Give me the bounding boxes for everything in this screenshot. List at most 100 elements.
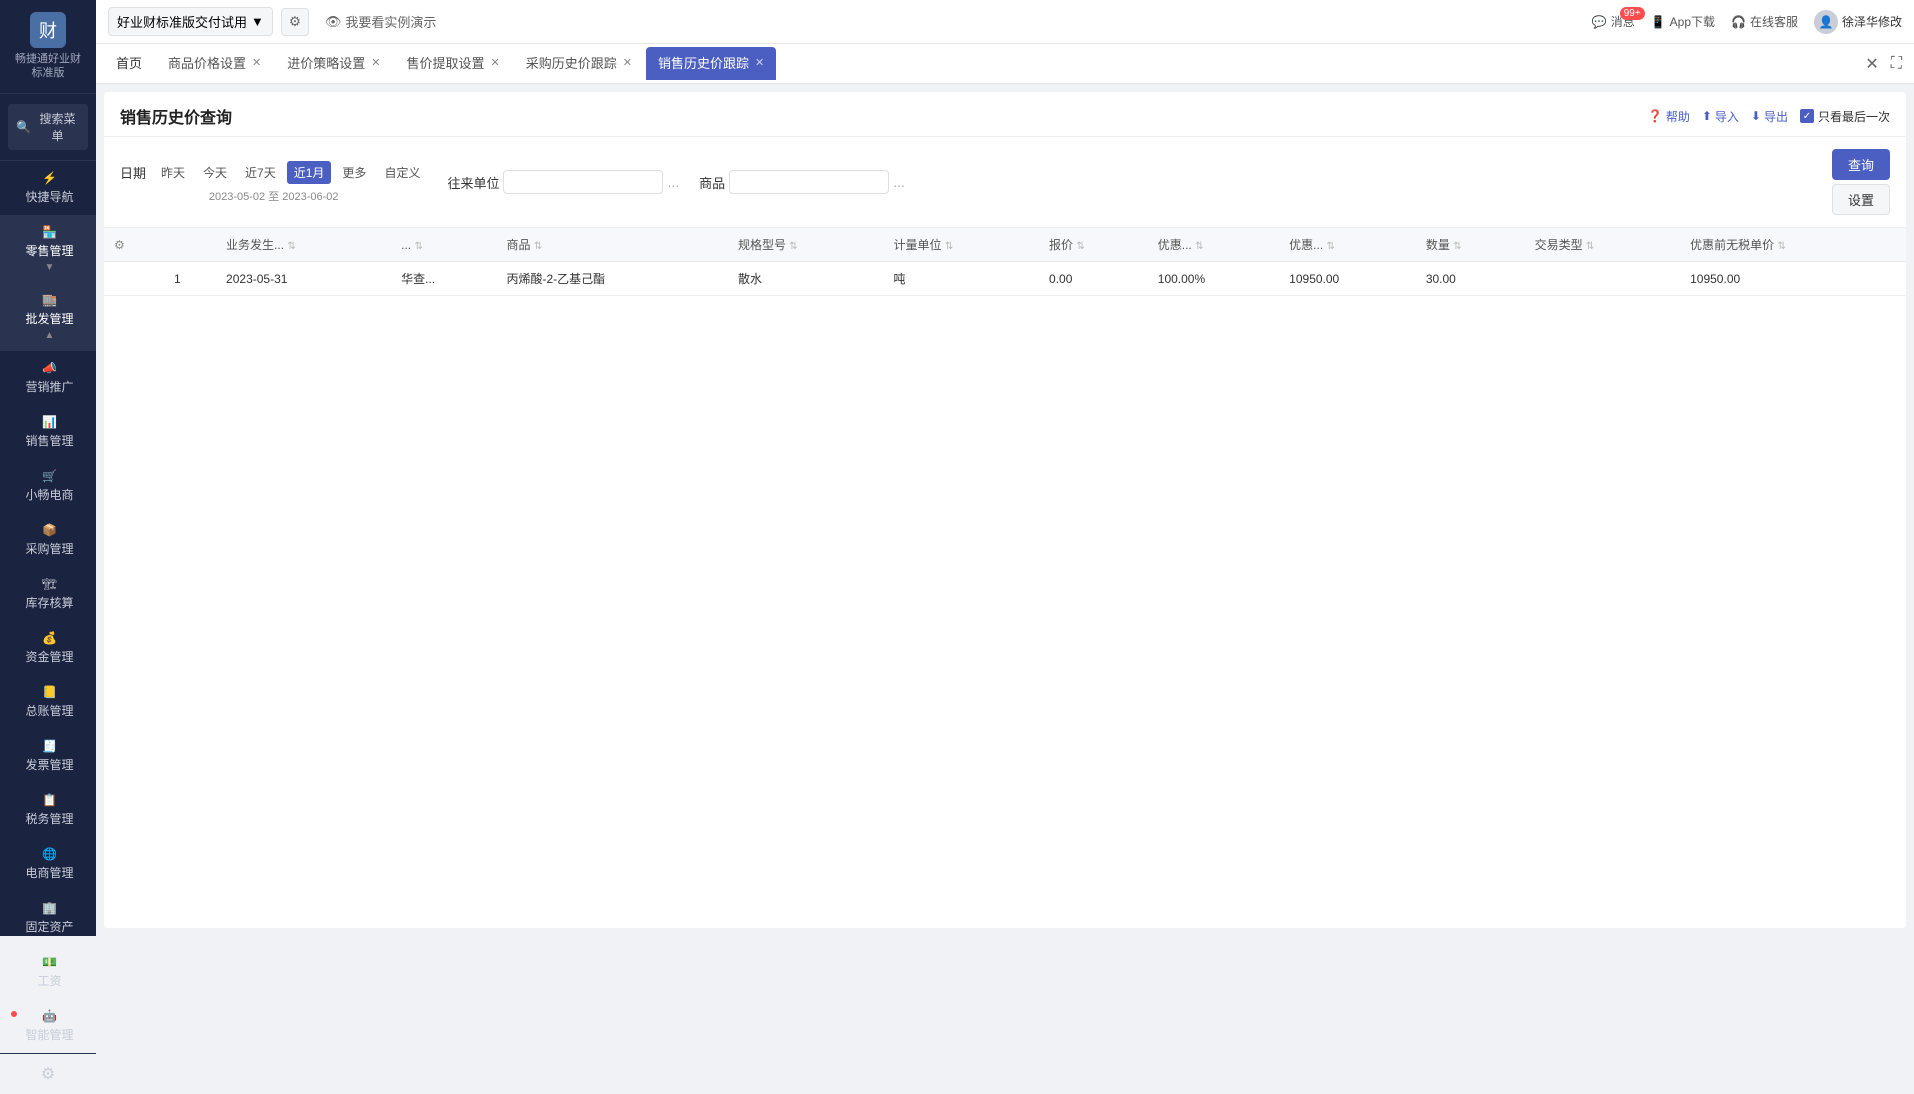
topbar-right: 💬 消息 99+ 📱 App下载 🎧 在线客服 👤 徐泽华修改 <box>1592 10 1902 34</box>
close-icon[interactable]: ✕ <box>491 56 500 69</box>
export-button[interactable]: ⬇ 导出 <box>1751 108 1788 125</box>
close-icon[interactable]: ✕ <box>755 56 764 69</box>
date-more-btn[interactable]: 更多 <box>335 161 373 184</box>
tab-price-extract[interactable]: 售价提取设置 ✕ <box>394 47 511 80</box>
sidebar-item-inventory-label: 库存核算 <box>25 594 73 611</box>
config-button[interactable]: ⚙ <box>281 8 309 36</box>
close-icon[interactable]: ✕ <box>252 56 261 69</box>
table-header-row: ⚙ 业务发生... ⇅ ... ⇅ 商品 ⇅ <box>104 228 1906 262</box>
tab-home[interactable]: 首页 <box>104 47 154 80</box>
th-spec-label: 规格型号 <box>738 238 786 252</box>
messages-button[interactable]: 💬 消息 99+ <box>1592 13 1635 30</box>
th-business-date-label: 业务发生... <box>226 238 284 252</box>
product-dots[interactable]: ... <box>893 174 905 190</box>
sidebar-item-salary[interactable]: 💵 工资 <box>0 945 96 999</box>
source-unit-dots[interactable]: ... <box>667 174 679 190</box>
sidebar-item-marketing[interactable]: 📣 营销推广 <box>0 351 96 405</box>
phone-icon: 📱 <box>1651 15 1666 29</box>
demo-button[interactable]: 👁 我要看实例演示 <box>325 12 437 31</box>
product-input[interactable] <box>729 170 889 194</box>
th-discount1[interactable]: 优惠... ⇅ <box>1148 228 1279 262</box>
finance-icon: 💰 <box>42 631 57 645</box>
sidebar-item-inventory[interactable]: 🏗 库存核算 <box>0 567 96 621</box>
sidebar-item-purchase[interactable]: 📦 采购管理 <box>0 513 96 567</box>
date-last7-btn[interactable]: 近7天 <box>238 161 283 184</box>
checkbox-checked-icon: ✓ <box>1800 109 1814 123</box>
th-business-date[interactable]: 业务发生... ⇅ <box>216 228 391 262</box>
sidebar-item-ecommerce-small[interactable]: 🛒 小畅电商 <box>0 459 96 513</box>
maximize-button[interactable]: ⛶ <box>1887 51 1906 77</box>
th-quantity[interactable]: 数量 ⇅ <box>1416 228 1525 262</box>
sidebar-item-finance[interactable]: 💰 资金管理 <box>0 621 96 675</box>
sidebar-item-ecommerce-small-label: 小畅电商 <box>25 486 73 503</box>
source-unit-input[interactable] <box>503 170 663 194</box>
only-last-checkbox[interactable]: ✓ 只看最后一次 <box>1800 108 1890 125</box>
sidebar-item-tax-label: 税务管理 <box>25 810 73 827</box>
td-gear <box>104 262 164 296</box>
settings-icon: ⚙ <box>41 1066 55 1083</box>
wholesale-icon: 🏬 <box>42 293 57 307</box>
setting-button[interactable]: 设置 <box>1832 184 1890 215</box>
edition-selector[interactable]: 好业财标准版交付试用 ▼ <box>108 7 273 36</box>
th-transaction-type[interactable]: 交易类型 ⇅ <box>1525 228 1681 262</box>
import-button[interactable]: ⬆ 导入 <box>1702 108 1739 125</box>
tab-purchase-strategy-label: 进价策略设置 <box>287 53 365 72</box>
th-discount2[interactable]: 优惠... ⇅ <box>1279 228 1416 262</box>
sidebar-item-smart-mgmt[interactable]: 🤖 智能管理 <box>0 999 96 1053</box>
td-unit: 吨 <box>883 262 1039 296</box>
table-row[interactable]: 1 2023-05-31 华查... 丙烯酸-2-乙基己酯 散水 吨 0.00 … <box>104 262 1906 296</box>
user-profile[interactable]: 👤 徐泽华修改 <box>1814 10 1902 34</box>
topbar: 好业财标准版交付试用 ▼ ⚙ 👁 我要看实例演示 💬 消息 99+ 📱 App下… <box>96 0 1914 44</box>
sidebar-item-ecommerce[interactable]: 🌐 电商管理 <box>0 837 96 891</box>
td-quote: 0.00 <box>1039 262 1148 296</box>
th-gear[interactable]: ⚙ <box>104 228 164 262</box>
page-content: 销售历史价查询 ❓ 帮助 ⬆ 导入 ⬇ 导出 ✓ 只看最后一次 <box>104 92 1906 928</box>
date-custom-btn[interactable]: 自定义 <box>377 161 427 184</box>
th-pre-tax-price[interactable]: 优惠前无税单价 ⇅ <box>1680 228 1906 262</box>
sort-icon: ⇅ <box>1586 241 1594 252</box>
date-last1month-btn[interactable]: 近1月 <box>287 161 332 184</box>
sort-icon: ⇅ <box>1327 241 1335 252</box>
sidebar-item-invoice[interactable]: 🧾 发票管理 <box>0 729 96 783</box>
th-discount1-label: 优惠... <box>1158 238 1192 252</box>
close-icon[interactable]: ✕ <box>623 56 632 69</box>
date-filter-group: 日期 昨天 今天 近7天 近1月 更多 自定义 <box>120 161 427 184</box>
th-spec[interactable]: 规格型号 ⇅ <box>728 228 884 262</box>
th-product[interactable]: 商品 ⇅ <box>496 228 727 262</box>
product-label: 商品 <box>699 173 725 192</box>
close-icon[interactable]: ✕ <box>371 56 380 69</box>
th-extra[interactable]: ... ⇅ <box>391 228 496 262</box>
sidebar-item-sales[interactable]: 📊 销售管理 <box>0 405 96 459</box>
td-business-date: 2023-05-31 <box>216 262 391 296</box>
th-pre-tax-price-label: 优惠前无税单价 <box>1690 238 1774 252</box>
sidebar-item-retail[interactable]: 🏪 零售管理 ▼ <box>0 215 96 283</box>
sidebar-item-tax[interactable]: 📋 税务管理 <box>0 783 96 837</box>
sidebar-item-wholesale[interactable]: 🏬 批发管理 ▲ <box>0 283 96 351</box>
query-button[interactable]: 查询 <box>1832 149 1890 180</box>
tab-purchase-history[interactable]: 采购历史价跟踪 ✕ <box>514 47 644 80</box>
tab-purchase-strategy[interactable]: 进价策略设置 ✕ <box>275 47 392 80</box>
td-extra: 华查... <box>391 262 496 296</box>
th-product-label: 商品 <box>506 238 530 252</box>
tab-price-setting[interactable]: 商品价格设置 ✕ <box>156 47 273 80</box>
close-tab-button[interactable]: ✕ <box>1861 50 1882 78</box>
ecommerce-small-icon: 🛒 <box>42 469 57 483</box>
logo-icon: 财 <box>30 12 66 48</box>
online-service-button[interactable]: 🎧 在线客服 <box>1731 13 1798 30</box>
sidebar-search-section: 🔍 搜索菜单 <box>0 94 96 161</box>
tab-sales-history[interactable]: 销售历史价跟踪 ✕ <box>646 47 776 80</box>
sidebar-settings-button[interactable]: ⚙ <box>41 1064 55 1084</box>
sidebar-item-quick-nav[interactable]: ⚡ 快捷导航 <box>0 161 96 215</box>
logo-text: 畅捷通好业财标准版 <box>15 52 81 81</box>
app-download-button[interactable]: 📱 App下载 <box>1651 13 1715 30</box>
date-today-btn[interactable]: 今天 <box>196 161 234 184</box>
th-unit[interactable]: 计量单位 ⇅ <box>883 228 1039 262</box>
search-menu-button[interactable]: 🔍 搜索菜单 <box>8 104 88 150</box>
sidebar-item-fixed-assets[interactable]: 🏢 固定资产 <box>0 891 96 945</box>
table-header: ⚙ 业务发生... ⇅ ... ⇅ 商品 ⇅ <box>104 228 1906 262</box>
th-quote[interactable]: 报价 ⇅ <box>1039 228 1148 262</box>
sidebar-item-general-ledger[interactable]: 📒 总账管理 <box>0 675 96 729</box>
help-button[interactable]: ❓ 帮助 <box>1648 108 1690 125</box>
purchase-icon: 📦 <box>42 523 57 537</box>
date-yesterday-btn[interactable]: 昨天 <box>154 161 192 184</box>
